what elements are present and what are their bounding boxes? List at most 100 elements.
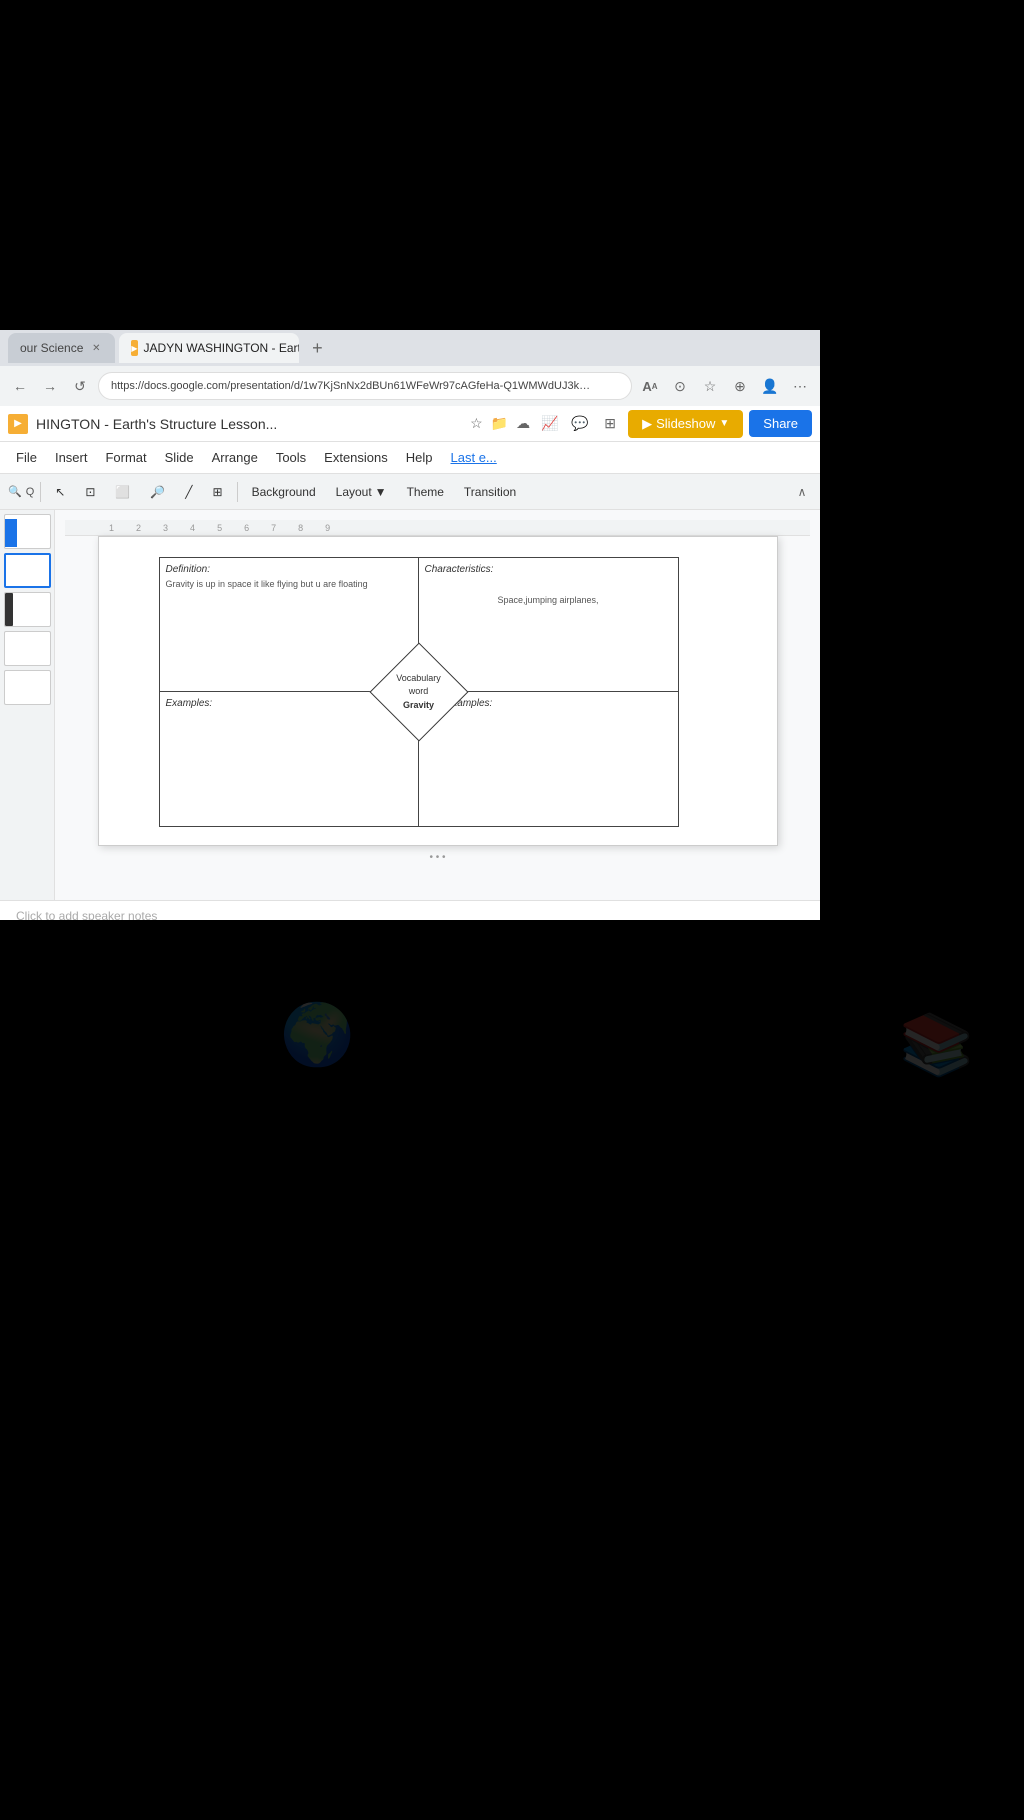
zoom-icon: 🔍 xyxy=(8,485,22,498)
definition-content[interactable]: Gravity is up in space it like flying bu… xyxy=(166,579,412,589)
menu-slide[interactable]: Slide xyxy=(157,446,202,469)
ruler-mark: 5 xyxy=(217,523,222,533)
settings-icon[interactable]: ⋯ xyxy=(788,374,812,398)
slideshow-label: Slideshow xyxy=(656,416,715,431)
ruler-mark: 8 xyxy=(298,523,303,533)
background-button[interactable]: Background xyxy=(244,478,324,506)
slides-app: ▶ HINGTON - Earth's Structure Lesson... … xyxy=(0,406,820,968)
present-mode-icon[interactable]: ⊞ xyxy=(598,412,622,436)
ruler-mark: 4 xyxy=(190,523,195,533)
present-icon: ▶ xyxy=(642,416,652,432)
zoom-control[interactable]: 🔍 Q xyxy=(8,485,34,498)
transition-button[interactable]: Transition xyxy=(456,478,524,506)
characteristics-label: Characteristics: xyxy=(425,564,672,575)
ruler-mark: 2 xyxy=(136,523,141,533)
back-button[interactable]: ← xyxy=(8,374,32,398)
ruler-mark: 7 xyxy=(271,523,276,533)
slide-thumb-4[interactable] xyxy=(4,631,51,666)
menu-insert[interactable]: Insert xyxy=(47,446,96,469)
slideshow-dropdown-icon[interactable]: ▼ xyxy=(719,418,729,429)
ruler-mark: 6 xyxy=(244,523,249,533)
document-title[interactable]: HINGTON - Earth's Structure Lesson... xyxy=(36,416,462,432)
tab-science-close[interactable]: ✕ xyxy=(89,341,103,355)
title-star-icon[interactable]: ☆ xyxy=(470,415,483,432)
address-input[interactable]: https://docs.google.com/presentation/d/1… xyxy=(98,372,632,400)
ruler-mark: 1 xyxy=(109,523,114,533)
layout-dropdown-icon: ▼ xyxy=(375,485,387,499)
forward-button[interactable]: → xyxy=(38,374,62,398)
bottom-black-area: 🌍 📚 xyxy=(0,920,1024,1820)
share-button[interactable]: Share xyxy=(749,410,812,437)
select-tool[interactable]: ↖ xyxy=(47,478,73,506)
transition-label: Transition xyxy=(464,485,516,499)
layout-label: Layout xyxy=(336,485,372,499)
image-tool[interactable]: 🔎 xyxy=(142,478,173,506)
menu-tools[interactable]: Tools xyxy=(268,446,314,469)
zoom-label: Q xyxy=(26,486,35,498)
trend-icon[interactable]: 📈 xyxy=(538,412,562,436)
top-black-area xyxy=(0,0,1024,330)
toolbar: 🔍 Q ↖ ⊡ ⬜ 🔎 ╱ ⊞ Background Layout ▼ Them… xyxy=(0,474,820,510)
reader-icon[interactable]: ⊙ xyxy=(668,374,692,398)
slide-thumb-5[interactable] xyxy=(4,670,51,705)
menu-bar: File Insert Format Slide Arrange Tools E… xyxy=(0,442,820,474)
font-size-icon[interactable]: AA xyxy=(638,374,662,398)
menu-file[interactable]: File xyxy=(8,446,45,469)
watermark-left: 🌍 xyxy=(280,999,355,1070)
menu-format[interactable]: Format xyxy=(97,446,154,469)
characteristics-content[interactable]: Space,jumping airplanes, xyxy=(425,595,672,605)
tab-jadyn[interactable]: ▶ JADYN WASHINGTON - Earth's ✕ xyxy=(119,333,299,363)
profile-icon[interactable]: 👤 xyxy=(758,374,782,398)
toolbar-collapse[interactable]: ∧ xyxy=(792,482,812,502)
slide-canvas[interactable]: Definition: Gravity is up in space it li… xyxy=(98,536,778,846)
address-bar-row: ← → ↺ https://docs.google.com/presentati… xyxy=(0,366,820,406)
slide-panel xyxy=(0,510,55,900)
tab-science[interactable]: our Science ✕ xyxy=(8,333,115,363)
menu-arrange[interactable]: Arrange xyxy=(204,446,266,469)
watermark-right: 📚 xyxy=(899,1009,974,1080)
title-folder-icon[interactable]: 📁 xyxy=(491,415,508,432)
share-label: Share xyxy=(763,416,798,431)
line-tool[interactable]: ╱ xyxy=(177,478,200,506)
ruler-mark: 3 xyxy=(163,523,168,533)
title-actions: 📈 💬 ⊞ ▶ Slideshow ▼ Share xyxy=(538,410,812,438)
toolbar-divider-2 xyxy=(237,482,238,502)
slides-logo: ▶ xyxy=(8,414,28,434)
canvas-area: 1 2 3 4 5 6 7 8 9 Definition: xyxy=(55,510,820,900)
shape-tool[interactable]: ⬜ xyxy=(107,478,138,506)
diamond-line2: word xyxy=(396,685,441,698)
diamond-line1: Vocabulary xyxy=(396,672,441,685)
textbox-tool[interactable]: ⊡ xyxy=(77,478,103,506)
new-tab-button[interactable]: + xyxy=(303,334,331,362)
title-cloud-icon[interactable]: ☁ xyxy=(516,415,530,432)
reload-button[interactable]: ↺ xyxy=(68,374,92,398)
menu-help[interactable]: Help xyxy=(398,446,441,469)
definition-label: Definition: xyxy=(166,564,412,575)
diamond-text: Vocabulary word Gravity xyxy=(396,672,441,712)
menu-extensions[interactable]: Extensions xyxy=(316,446,396,469)
collections-icon[interactable]: ⊕ xyxy=(728,374,752,398)
background-label: Background xyxy=(252,485,316,499)
slide-thumb-3[interactable] xyxy=(4,592,51,627)
slideshow-button[interactable]: ▶ Slideshow ▼ xyxy=(628,410,743,438)
toolbar-divider-1 xyxy=(40,482,41,502)
diamond-line3: Gravity xyxy=(396,699,441,712)
right-black-area xyxy=(820,330,1024,910)
menu-last-edit[interactable]: Last e... xyxy=(443,446,505,469)
url-text: https://docs.google.com/presentation/d/1… xyxy=(111,380,591,392)
slide-thumb-2[interactable] xyxy=(4,553,51,588)
star-icon[interactable]: ☆ xyxy=(698,374,722,398)
slide-3-bar xyxy=(5,593,13,626)
insert-icon[interactable]: ⊞ xyxy=(205,478,231,506)
theme-button[interactable]: Theme xyxy=(399,478,452,506)
workspace: 1 2 3 4 5 6 7 8 9 Definition: xyxy=(0,510,820,900)
tab-jadyn-label: JADYN WASHINGTON - Earth's xyxy=(144,341,300,355)
tab-science-label: our Science xyxy=(20,341,83,355)
comment-icon[interactable]: 💬 xyxy=(568,412,592,436)
vocab-diagram: Definition: Gravity is up in space it li… xyxy=(159,557,679,827)
scroll-indicator: • • • xyxy=(429,852,445,863)
slide-thumb-1[interactable] xyxy=(4,514,51,549)
ruler-horizontal: 1 2 3 4 5 6 7 8 9 xyxy=(65,520,810,536)
layout-button[interactable]: Layout ▼ xyxy=(328,478,395,506)
theme-label: Theme xyxy=(407,485,444,499)
